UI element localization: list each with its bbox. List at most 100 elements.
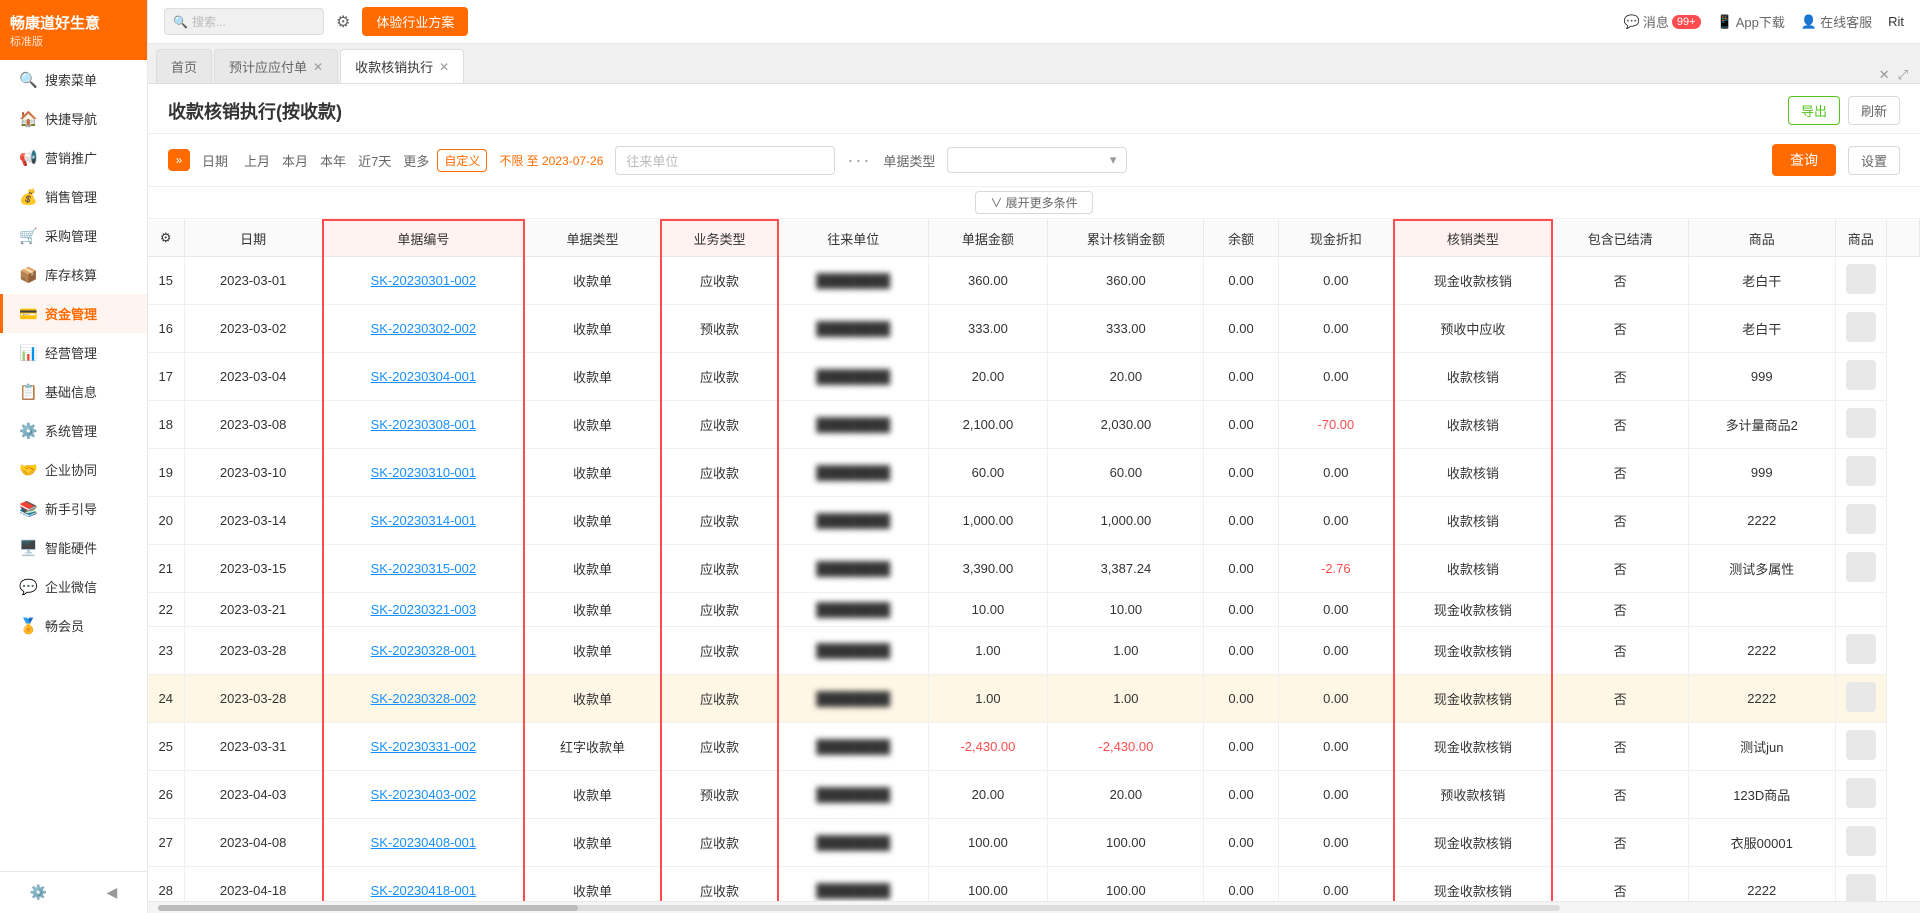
cell-amount: 100.00 xyxy=(928,819,1048,867)
cell-sn: SK-20230310-001 xyxy=(323,449,524,497)
cell-biz_type: 应收款 xyxy=(661,353,778,401)
cell-amount: 333.00 xyxy=(928,305,1048,353)
cell-cash_discount: 0.00 xyxy=(1278,723,1394,771)
cell-amount: 1.00 xyxy=(928,675,1048,723)
sidebar-label-system: 系统管理 xyxy=(45,421,97,440)
cell-partner: ████████ xyxy=(778,257,928,305)
sidebar-item-member[interactable]: 🏅畅会员 xyxy=(0,606,147,645)
settings-button[interactable]: 设置 xyxy=(1848,146,1900,175)
sidebar-icon-shortcut: 🏠 xyxy=(19,110,37,128)
this-month-button[interactable]: 本月 xyxy=(278,149,312,172)
cell-partner: ████████ xyxy=(778,353,928,401)
cell-sn: SK-20230315-002 xyxy=(323,545,524,593)
cell-cash_discount: 0.00 xyxy=(1278,675,1394,723)
cell-product: 多计量商品2 xyxy=(1688,401,1835,449)
sn-link[interactable]: SK-20230328-001 xyxy=(371,643,477,658)
sidebar-item-search[interactable]: 🔍搜索菜单 xyxy=(0,60,147,99)
sn-link[interactable]: SK-20230304-001 xyxy=(371,369,477,384)
sn-link[interactable]: SK-20230403-002 xyxy=(371,787,477,802)
table-container[interactable]: ⚙日期单据编号单据类型业务类型往来单位单据金额累计核销金额余额现金折扣核销类型包… xyxy=(148,219,1920,901)
last-month-button[interactable]: 上月 xyxy=(240,149,274,172)
date-label: 日期 xyxy=(202,151,228,170)
sidebar-item-guide[interactable]: 📚新手引导 xyxy=(0,489,147,528)
cell-accumulated: 333.00 xyxy=(1048,305,1204,353)
cell-include_settled: 否 xyxy=(1552,353,1688,401)
sidebar-item-finance[interactable]: 💳资金管理 xyxy=(0,294,147,333)
partner-value: ████████ xyxy=(816,739,890,754)
sn-link[interactable]: SK-20230310-001 xyxy=(371,465,477,480)
cell-settings: 22 xyxy=(148,593,184,627)
sn-link[interactable]: SK-20230302-002 xyxy=(371,321,477,336)
sidebar-icon-wechat: 💬 xyxy=(19,578,37,596)
tab-writeoff[interactable]: 收款核销执行✕ xyxy=(340,49,464,83)
custom-date-button[interactable]: 自定义 xyxy=(437,149,487,172)
sidebar-item-shortcut[interactable]: 🏠快捷导航 xyxy=(0,99,147,138)
expand-conditions-button[interactable]: ∨ 展开更多条件 xyxy=(975,191,1092,214)
sn-link[interactable]: SK-20230331-002 xyxy=(371,739,477,754)
sidebar-item-operation[interactable]: 📊经营管理 xyxy=(0,333,147,372)
sn-link[interactable]: SK-20230321-003 xyxy=(371,602,477,617)
search-box[interactable]: 🔍 搜索... xyxy=(164,8,324,35)
sidebar-item-inventory[interactable]: 📦库存核算 xyxy=(0,255,147,294)
sn-link[interactable]: SK-20230418-001 xyxy=(371,883,477,898)
more-dates-button[interactable]: 更多 xyxy=(399,149,433,172)
table-row: 242023-03-28SK-20230328-002收款单应收款███████… xyxy=(148,675,1920,723)
sn-link[interactable]: SK-20230328-002 xyxy=(371,691,477,706)
refresh-button[interactable]: 刷新 xyxy=(1848,96,1900,125)
cell-cash_discount: 0.00 xyxy=(1278,449,1394,497)
cell-write_off_type: 现金收款核销 xyxy=(1394,675,1552,723)
solution-button[interactable]: 体验行业方案 xyxy=(362,7,468,36)
col-header-balance: 余额 xyxy=(1204,220,1278,257)
cell-sn: SK-20230302-002 xyxy=(323,305,524,353)
partner-filter[interactable]: 往来单位 xyxy=(615,146,835,175)
topbar: 🔍 搜索... ⚙ 体验行业方案 💬 消息 99+ 📱 App下载 👤 在线客服… xyxy=(148,0,1920,44)
cell-date: 2023-03-01 xyxy=(184,257,323,305)
cell-settings: 20 xyxy=(148,497,184,545)
export-button[interactable]: 导出 xyxy=(1788,96,1840,125)
app-download-button[interactable]: 📱 App下载 xyxy=(1717,12,1785,31)
more-filter-dots[interactable]: ··· xyxy=(847,150,871,171)
sn-link[interactable]: SK-20230408-001 xyxy=(371,835,477,850)
sn-link[interactable]: SK-20230314-001 xyxy=(371,513,477,528)
table-row: 162023-03-02SK-20230302-002收款单预收款███████… xyxy=(148,305,1920,353)
this-year-button[interactable]: 本年 xyxy=(316,149,350,172)
cell-accumulated: 3,387.24 xyxy=(1048,545,1204,593)
query-button[interactable]: 查询 xyxy=(1772,144,1836,176)
filter-toggle-button[interactable]: » xyxy=(168,149,190,171)
sn-link[interactable]: SK-20230308-001 xyxy=(371,417,477,432)
sidebar-settings-icon[interactable]: ⚙️ xyxy=(22,880,55,905)
close-tab-icon[interactable]: ✕ xyxy=(1879,67,1890,83)
col-header-settings: ⚙ xyxy=(148,220,184,257)
sidebar-item-wechat[interactable]: 💬企业微信 xyxy=(0,567,147,606)
sidebar-icon-purchase: 🛒 xyxy=(19,227,37,245)
cell-write_off_type: 收款核销 xyxy=(1394,545,1552,593)
tab-home[interactable]: 首页 xyxy=(156,49,212,83)
sidebar-item-hardware[interactable]: 🖥️智能硬件 xyxy=(0,528,147,567)
sidebar-item-system[interactable]: ⚙️系统管理 xyxy=(0,411,147,450)
sidebar-icon-member: 🏅 xyxy=(19,617,37,635)
last-7-days-button[interactable]: 近7天 xyxy=(354,149,395,172)
sidebar-item-sales[interactable]: 💰 销售管理 xyxy=(0,177,147,216)
sidebar-label-sales: 销售管理 xyxy=(45,187,97,206)
tab-receivable[interactable]: 预计应应付单✕ xyxy=(214,49,338,83)
sidebar-collapse-icon[interactable]: ◀ xyxy=(99,880,126,905)
tabbar: 首页预计应应付单✕收款核销执行✕✕⤢ xyxy=(148,44,1920,84)
tab-close-writeoff[interactable]: ✕ xyxy=(439,60,449,74)
sidebar-item-cooperation[interactable]: 🤝企业协同 xyxy=(0,450,147,489)
sidebar: 畅康道好生意 标准版 🔍搜索菜单🏠快捷导航📢营销推广💰销售管理🛒采购管理📦库存核… xyxy=(0,0,148,913)
sn-link[interactable]: SK-20230315-002 xyxy=(371,561,477,576)
service-button[interactable]: 👤 在线客服 xyxy=(1801,12,1872,31)
sidebar-item-basic[interactable]: 📋基础信息 xyxy=(0,372,147,411)
sidebar-icon-sales: 💰 xyxy=(19,188,37,206)
message-button[interactable]: 💬 消息 99+ xyxy=(1624,12,1701,31)
partner-value: ████████ xyxy=(816,417,890,432)
sidebar-item-purchase[interactable]: 🛒采购管理 xyxy=(0,216,147,255)
doc-type-filter[interactable]: ▾ xyxy=(947,147,1127,173)
sn-link[interactable]: SK-20230301-002 xyxy=(371,273,477,288)
maximize-icon[interactable]: ⤢ xyxy=(1898,67,1908,83)
tab-close-receivable[interactable]: ✕ xyxy=(313,60,323,74)
sidebar-icon-search: 🔍 xyxy=(19,71,37,89)
sidebar-item-marketing[interactable]: 📢营销推广 xyxy=(0,138,147,177)
cell-date: 2023-03-21 xyxy=(184,593,323,627)
settings-icon[interactable]: ⚙ xyxy=(336,12,350,32)
